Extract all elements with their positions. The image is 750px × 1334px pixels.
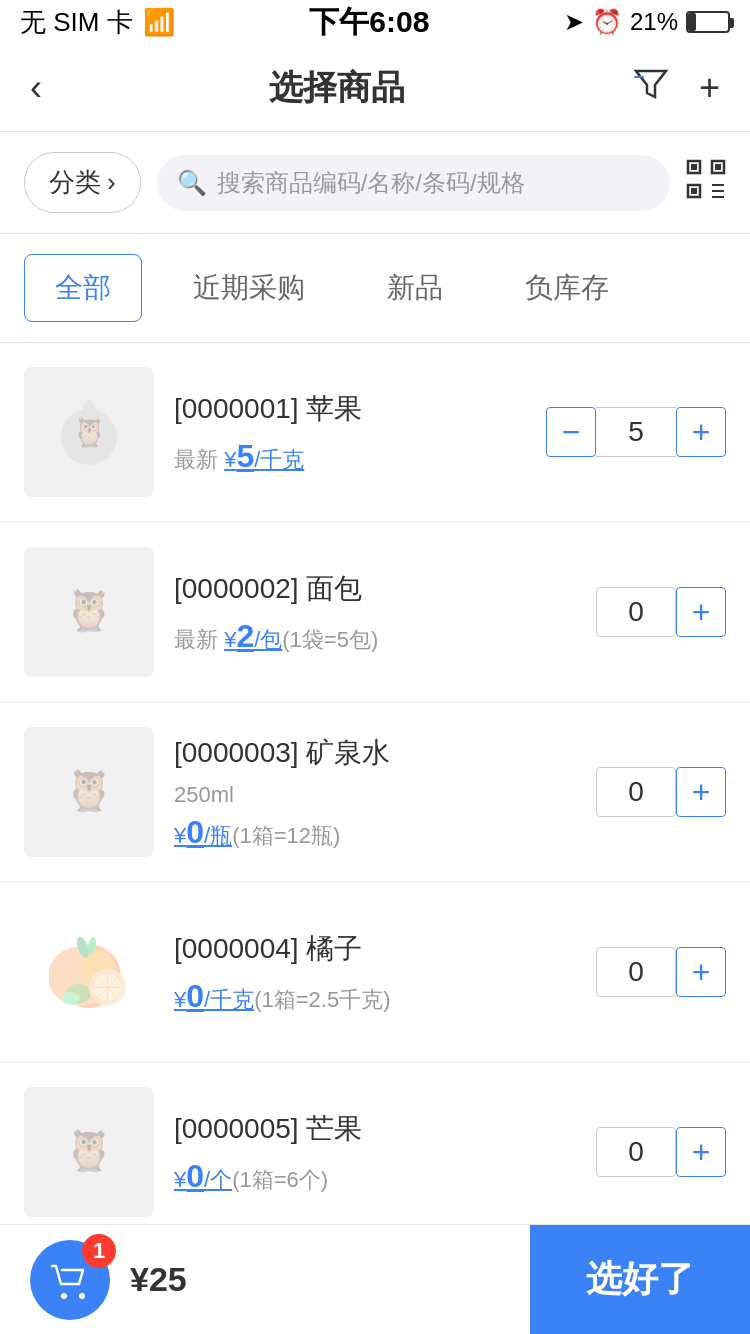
- product-name: [0000004] 橘子: [174, 930, 576, 968]
- increase-button[interactable]: +: [676, 947, 726, 997]
- product-name: [0000002] 面包: [174, 570, 576, 608]
- status-right: ➤ ⏰ 21%: [564, 8, 730, 36]
- quantity-input[interactable]: [596, 587, 676, 637]
- wifi-icon: 📶: [143, 7, 175, 38]
- product-price: ¥0/个(1箱=6个): [174, 1158, 576, 1195]
- category-chevron: ›: [107, 167, 116, 198]
- list-item: 🦉 [0000005] 芒果 ¥0/个(1箱=6个) +: [0, 1063, 750, 1241]
- status-time: 下午6:08: [309, 2, 429, 43]
- product-name: [0000001] 苹果: [174, 390, 526, 428]
- svg-marker-0: [636, 71, 666, 97]
- battery-icon: [686, 11, 730, 33]
- quantity-control: +: [596, 1127, 726, 1177]
- search-placeholder: 搜索商品编码/名称/条码/规格: [217, 167, 525, 199]
- alarm-icon: ⏰: [592, 8, 622, 36]
- product-image: 🦉: [24, 727, 154, 857]
- add-button[interactable]: +: [699, 67, 720, 109]
- product-info: [0000003] 矿泉水 250ml ¥0/瓶(1箱=12瓶): [174, 734, 576, 851]
- location-icon: ➤: [564, 8, 584, 36]
- tab-recent[interactable]: 近期采购: [162, 254, 336, 322]
- page-title: 选择商品: [269, 65, 405, 111]
- product-image: 🦉: [24, 367, 154, 497]
- nav-actions: +: [633, 65, 720, 110]
- svg-point-20: [62, 992, 79, 1004]
- product-info: [0000002] 面包 最新 ¥2/包(1袋=5包): [174, 570, 576, 655]
- category-label: 分类: [49, 165, 101, 200]
- quantity-input[interactable]: [596, 947, 676, 997]
- confirm-button[interactable]: 选好了: [530, 1225, 750, 1335]
- quantity-control: +: [596, 947, 726, 997]
- list-item: 🦉 [0000002] 面包 最新 ¥2/包(1袋=5包) +: [0, 523, 750, 701]
- search-icon: 🔍: [177, 169, 207, 197]
- product-list: 🦉 [0000001] 苹果 最新 ¥5/千克 − + 🦉 [0000002] …: [0, 343, 750, 1334]
- list-item: 🦉 [0000003] 矿泉水 250ml ¥0/瓶(1箱=12瓶) +: [0, 703, 750, 881]
- nav-bar: ‹ 选择商品 +: [0, 44, 750, 132]
- product-info: [0000004] 橘子 ¥0/千克(1箱=2.5千克): [174, 930, 576, 1015]
- carrier-text: 无 SIM 卡: [20, 5, 133, 40]
- decrease-button[interactable]: −: [546, 407, 596, 457]
- category-button[interactable]: 分类 ›: [24, 152, 141, 213]
- svg-rect-7: [691, 188, 697, 194]
- increase-button[interactable]: +: [676, 407, 726, 457]
- cart-icon[interactable]: 1: [30, 1240, 110, 1320]
- svg-text:🦉: 🦉: [64, 1126, 114, 1174]
- product-spec: 250ml: [174, 782, 576, 808]
- cart-badge: 1: [82, 1234, 116, 1268]
- product-name: [0000005] 芒果: [174, 1110, 576, 1148]
- svg-rect-6: [715, 164, 721, 170]
- filter-icon[interactable]: [633, 65, 669, 110]
- scan-icon[interactable]: [686, 159, 726, 207]
- svg-point-31: [61, 1293, 67, 1299]
- increase-button[interactable]: +: [676, 767, 726, 817]
- list-item: [0000004] 橘子 ¥0/千克(1箱=2.5千克) +: [0, 883, 750, 1061]
- svg-text:🦉: 🦉: [64, 586, 114, 634]
- quantity-control: +: [596, 587, 726, 637]
- cart-total: ¥25: [130, 1260, 187, 1299]
- product-image: [24, 907, 154, 1037]
- svg-point-32: [79, 1293, 85, 1299]
- bottom-bar: 1 ¥25 选好了: [0, 1224, 750, 1334]
- tab-bar: 全部 近期采购 新品 负库存: [0, 234, 750, 343]
- product-price: 最新 ¥2/包(1袋=5包): [174, 618, 576, 655]
- tab-negative[interactable]: 负库存: [494, 254, 640, 322]
- product-image: 🦉: [24, 547, 154, 677]
- quantity-control: +: [596, 767, 726, 817]
- product-name: [0000003] 矿泉水: [174, 734, 576, 772]
- svg-rect-5: [691, 164, 697, 170]
- quantity-input[interactable]: [596, 1127, 676, 1177]
- increase-button[interactable]: +: [676, 1127, 726, 1177]
- increase-button[interactable]: +: [676, 587, 726, 637]
- battery-text: 21%: [630, 8, 678, 36]
- back-button[interactable]: ‹: [30, 67, 42, 109]
- product-price: 最新 ¥5/千克: [174, 438, 526, 475]
- status-bar: 无 SIM 卡 📶 下午6:08 ➤ ⏰ 21%: [0, 0, 750, 44]
- list-item: 🦉 [0000001] 苹果 最新 ¥5/千克 − +: [0, 343, 750, 521]
- product-info: [0000005] 芒果 ¥0/个(1箱=6个): [174, 1110, 576, 1195]
- svg-text:🦉: 🦉: [64, 766, 114, 814]
- tab-all[interactable]: 全部: [24, 254, 142, 322]
- svg-text:🦉: 🦉: [72, 416, 107, 449]
- product-price: ¥0/千克(1箱=2.5千克): [174, 978, 576, 1015]
- filter-bar: 分类 › 🔍 搜索商品编码/名称/条码/规格: [0, 132, 750, 234]
- quantity-control: − +: [546, 407, 726, 457]
- product-image: 🦉: [24, 1087, 154, 1217]
- status-left: 无 SIM 卡 📶: [20, 5, 175, 40]
- cart-section: 1 ¥25: [0, 1240, 530, 1320]
- quantity-input[interactable]: [596, 407, 676, 457]
- product-info: [0000001] 苹果 最新 ¥5/千克: [174, 390, 526, 475]
- product-price: ¥0/瓶(1箱=12瓶): [174, 814, 576, 851]
- search-box[interactable]: 🔍 搜索商品编码/名称/条码/规格: [157, 155, 670, 211]
- quantity-input[interactable]: [596, 767, 676, 817]
- tab-new[interactable]: 新品: [356, 254, 474, 322]
